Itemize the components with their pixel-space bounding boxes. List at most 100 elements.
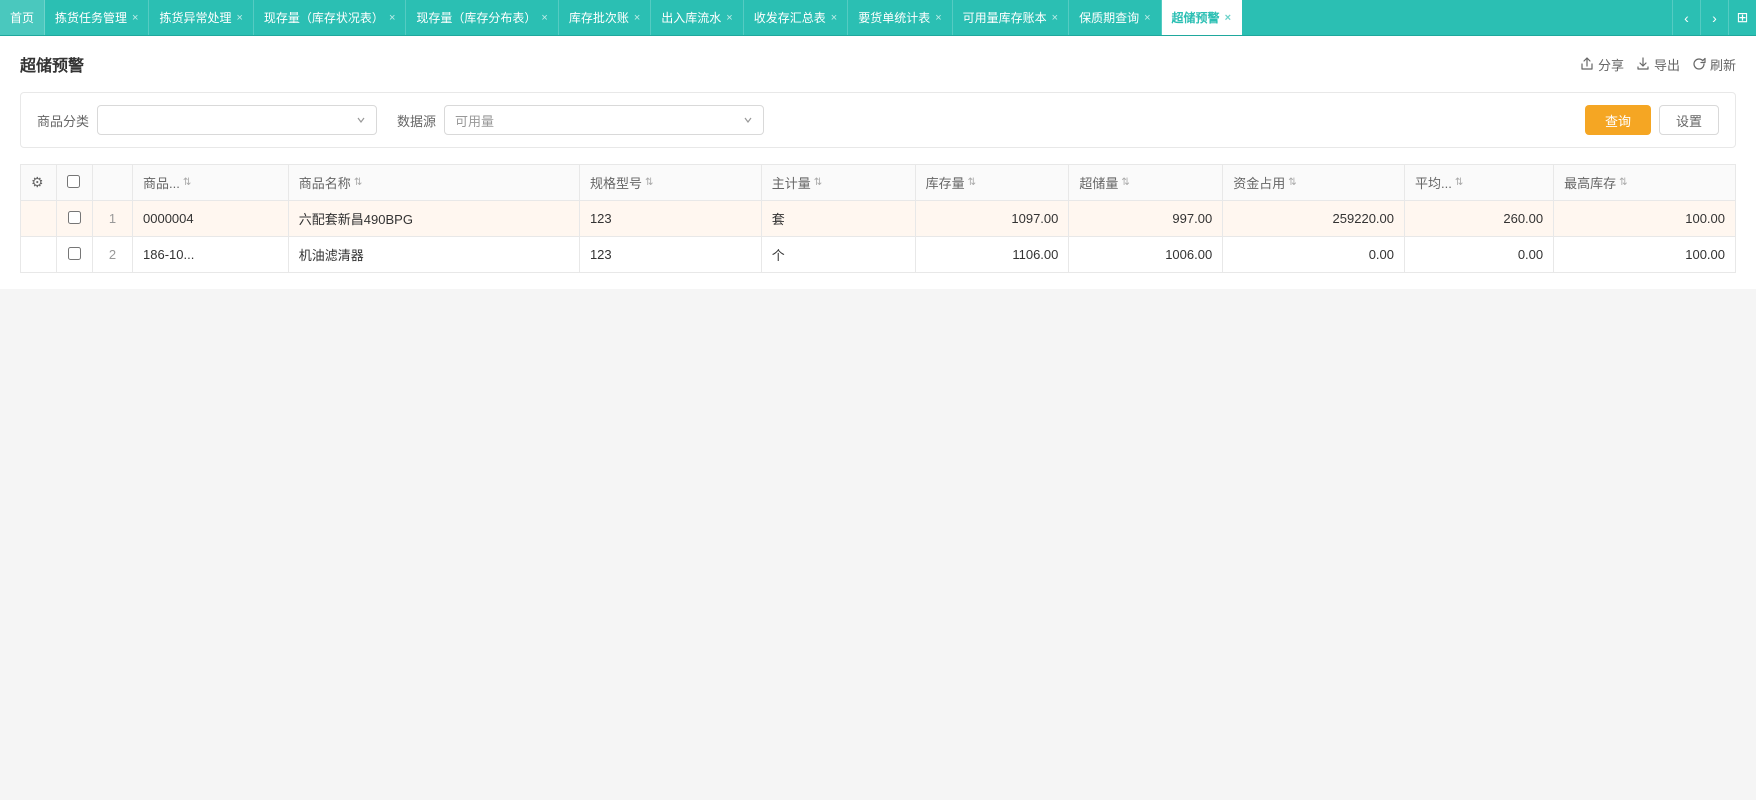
sort-icon-avg: ⇅ [1455, 177, 1463, 188]
page-title: 超储预警 [20, 52, 84, 76]
nav-tab-inventory-status[interactable]: 现存量（库存状况表） × [254, 0, 406, 35]
data-table: ⚙ 商品... ⇅ 商品名称 ⇅ [20, 164, 1736, 273]
settings-button[interactable]: 设置 [1659, 105, 1719, 135]
sort-icon-stock: ⇅ [968, 177, 976, 188]
sort-max-stock[interactable]: 最高库存 ⇅ [1564, 173, 1627, 192]
chevron-down-icon-2 [743, 115, 753, 125]
cell-avg: 0.00 [1405, 237, 1554, 273]
col-header-overstock: 超储量 ⇅ [1069, 165, 1223, 201]
cell-row-num: 2 [93, 237, 133, 273]
sort-avg[interactable]: 平均... ⇅ [1415, 173, 1463, 192]
col-header-stock: 库存量 ⇅ [915, 165, 1069, 201]
row-checkbox-r1[interactable] [68, 247, 81, 260]
close-inout-flow[interactable]: × [726, 12, 732, 24]
cell-spec: 123 [579, 201, 761, 237]
sort-icon-spec: ⇅ [645, 177, 653, 188]
table-header-row: ⚙ 商品... ⇅ 商品名称 ⇅ [21, 165, 1736, 201]
close-overstock[interactable]: × [1225, 12, 1231, 24]
cell-capital: 259220.00 [1223, 201, 1405, 237]
filter-actions: 查询 设置 [1585, 105, 1719, 135]
datasource-select[interactable]: 可用量 [444, 105, 764, 135]
col-header-capital: 资金占用 ⇅ [1223, 165, 1405, 201]
sort-icon-product-name: ⇅ [354, 177, 362, 188]
filter-area: 商品分类 数据源 可用量 查询 设置 [20, 92, 1736, 148]
cell-product-name: 机油滤清器 [288, 237, 579, 273]
nav-arrow-left[interactable]: ‹ [1672, 0, 1700, 36]
nav-tab-inventory-dist[interactable]: 现存量（库存分布表） × [406, 0, 558, 35]
gear-icon[interactable]: ⚙ [31, 174, 44, 190]
cell-max-stock: 100.00 [1554, 201, 1736, 237]
close-order-stats[interactable]: × [935, 12, 941, 24]
nav-tab-abnormal[interactable]: 拣货异常处理 × [149, 0, 253, 35]
query-button[interactable]: 查询 [1585, 105, 1651, 135]
select-all-checkbox[interactable] [67, 175, 80, 188]
sort-product-code[interactable]: 商品... ⇅ [143, 173, 191, 192]
cell-avg: 260.00 [1405, 201, 1554, 237]
sort-icon-capital: ⇅ [1288, 177, 1296, 188]
col-header-row-num [93, 165, 133, 201]
sort-icon-max-stock: ⇅ [1619, 177, 1627, 188]
page-content: 超储预警 分享 导出 刷新 [0, 36, 1756, 289]
close-inventory-dist[interactable]: × [541, 12, 547, 24]
export-button[interactable]: 导出 [1636, 55, 1680, 74]
share-button[interactable]: 分享 [1580, 55, 1624, 74]
cell-overstock: 1006.00 [1069, 237, 1223, 273]
col-header-max-stock: 最高库存 ⇅ [1554, 165, 1736, 201]
cell-unit: 个 [761, 237, 915, 273]
row-checkbox-cell [57, 237, 93, 273]
close-abnormal[interactable]: × [236, 12, 242, 24]
cell-stock: 1106.00 [915, 237, 1069, 273]
close-avail-ledger[interactable]: × [1052, 12, 1058, 24]
nav-tab-task-mgmt[interactable]: 拣货任务管理 × [45, 0, 149, 35]
cell-product-code: 186-10... [133, 237, 289, 273]
datasource-label: 数据源 [397, 111, 436, 130]
datasource-filter: 数据源 可用量 [397, 105, 764, 135]
sort-unit[interactable]: 主计量 ⇅ [772, 173, 822, 192]
col-gear: ⚙ [21, 165, 57, 201]
sort-overstock[interactable]: 超储量 ⇅ [1079, 173, 1129, 192]
chevron-down-icon [356, 115, 366, 125]
sort-product-name[interactable]: 商品名称 ⇅ [299, 173, 362, 192]
nav-tab-collect[interactable]: 收发存汇总表 × [744, 0, 848, 35]
page-header: 超储预警 分享 导出 刷新 [20, 52, 1736, 76]
row-gear-cell [21, 201, 57, 237]
close-collect[interactable]: × [831, 12, 837, 24]
close-inventory-status[interactable]: × [389, 12, 395, 24]
cell-row-num: 1 [93, 201, 133, 237]
cell-max-stock: 100.00 [1554, 237, 1736, 273]
nav-tab-batch[interactable]: 库存批次账 × [559, 0, 651, 35]
share-icon [1580, 57, 1594, 71]
export-icon [1636, 57, 1650, 71]
category-filter: 商品分类 [37, 105, 377, 135]
row-gear-cell [21, 237, 57, 273]
nav-tab-overstock[interactable]: 超储预警 × [1162, 0, 1242, 35]
nav-tab-home[interactable]: 首页 [0, 0, 45, 35]
sort-icon-product-code: ⇅ [183, 177, 191, 188]
nav-arrow-right[interactable]: › [1700, 0, 1728, 36]
cell-capital: 0.00 [1223, 237, 1405, 273]
close-quality[interactable]: × [1144, 12, 1150, 24]
nav-tab-order-stats[interactable]: 要货单统计表 × [848, 0, 952, 35]
row-checkbox-r0[interactable] [68, 211, 81, 224]
row-checkbox-cell [57, 201, 93, 237]
col-header-spec: 规格型号 ⇅ [579, 165, 761, 201]
cell-spec: 123 [579, 237, 761, 273]
header-actions: 分享 导出 刷新 [1580, 55, 1736, 74]
refresh-button[interactable]: 刷新 [1692, 55, 1736, 74]
table-row: 1 0000004 六配套新昌490BPG 123 套 1097.00 997.… [21, 201, 1736, 237]
nav-tab-inout-flow[interactable]: 出入库流水 × [651, 0, 743, 35]
nav-tab-avail-ledger[interactable]: 可用量库存账本 × [953, 0, 1069, 35]
close-batch[interactable]: × [634, 12, 640, 24]
sort-spec[interactable]: 规格型号 ⇅ [590, 173, 653, 192]
sort-icon-unit: ⇅ [814, 177, 822, 188]
nav-tab-quality[interactable]: 保质期查询 × [1069, 0, 1161, 35]
category-select[interactable] [97, 105, 377, 135]
cell-stock: 1097.00 [915, 201, 1069, 237]
sort-capital[interactable]: 资金占用 ⇅ [1233, 173, 1296, 192]
cell-unit: 套 [761, 201, 915, 237]
table-row: 2 186-10... 机油滤清器 123 个 1106.00 1006.00 … [21, 237, 1736, 273]
sort-stock[interactable]: 库存量 ⇅ [926, 173, 976, 192]
close-task-mgmt[interactable]: × [132, 12, 138, 24]
cell-product-code: 0000004 [133, 201, 289, 237]
nav-arrow-expand[interactable]: ⊞ [1728, 0, 1756, 36]
